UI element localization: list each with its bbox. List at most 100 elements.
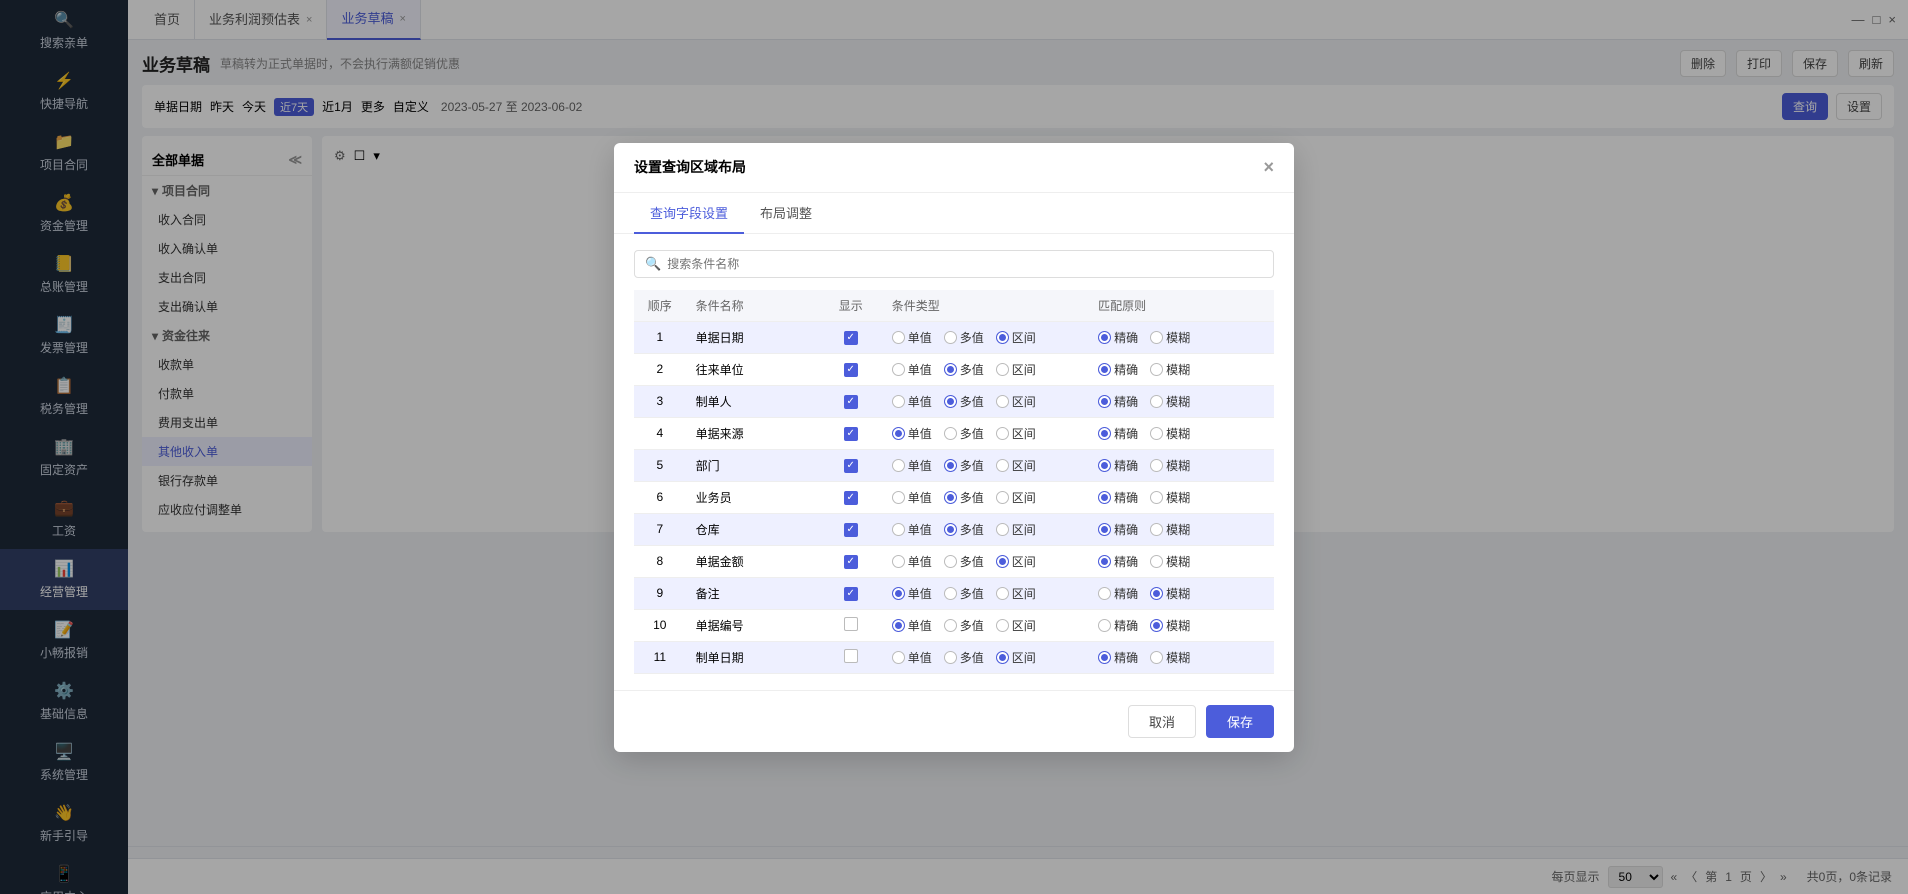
- checkbox-show[interactable]: ✓: [844, 523, 858, 537]
- radio-fuzzy[interactable]: 模糊: [1150, 425, 1190, 442]
- cell-match: 精确 模糊: [1088, 641, 1274, 673]
- modal-search-input[interactable]: [667, 257, 1263, 271]
- checkbox-show[interactable]: ✓: [844, 331, 858, 345]
- radio-single-circle: [892, 363, 905, 376]
- checkbox-show[interactable]: ✓: [844, 555, 858, 569]
- checkbox-show[interactable]: ✓: [844, 491, 858, 505]
- cell-show[interactable]: ✓: [820, 321, 882, 353]
- col-header-show: 显示: [820, 290, 882, 322]
- modal-save-button[interactable]: 保存: [1206, 705, 1274, 738]
- cell-show[interactable]: ✓: [820, 385, 882, 417]
- radio-range[interactable]: 区间: [996, 425, 1036, 442]
- radio-multi[interactable]: 多值: [944, 489, 984, 506]
- radio-precise[interactable]: 精确: [1098, 457, 1138, 474]
- modal-tab-field-settings[interactable]: 查询字段设置: [634, 193, 744, 234]
- cell-show[interactable]: ✓: [820, 417, 882, 449]
- radio-range[interactable]: 区间: [996, 585, 1036, 602]
- radio-multi[interactable]: 多值: [944, 649, 984, 666]
- checkbox-show[interactable]: ✓: [844, 427, 858, 441]
- modal-table-head: 顺序 条件名称 显示 条件类型 匹配原则: [634, 290, 1274, 322]
- checkbox-show[interactable]: [844, 617, 858, 631]
- radio-multi[interactable]: 多值: [944, 617, 984, 634]
- radio-precise[interactable]: 精确: [1098, 361, 1138, 378]
- radio-precise[interactable]: 精确: [1098, 329, 1138, 346]
- radio-single[interactable]: 单值: [892, 393, 932, 410]
- checkbox-show[interactable]: [844, 649, 858, 663]
- radio-precise-circle: [1098, 395, 1111, 408]
- radio-fuzzy[interactable]: 模糊: [1150, 649, 1190, 666]
- radio-fuzzy[interactable]: 模糊: [1150, 361, 1190, 378]
- radio-precise[interactable]: 精确: [1098, 425, 1138, 442]
- radio-precise[interactable]: 精确: [1098, 393, 1138, 410]
- radio-single[interactable]: 单值: [892, 425, 932, 442]
- radio-single[interactable]: 单值: [892, 585, 932, 602]
- cell-show[interactable]: [820, 609, 882, 641]
- col-header-name: 条件名称: [686, 290, 820, 322]
- radio-range[interactable]: 区间: [996, 649, 1036, 666]
- radio-single[interactable]: 单值: [892, 361, 932, 378]
- radio-range-circle: [996, 459, 1009, 472]
- radio-range[interactable]: 区间: [996, 457, 1036, 474]
- radio-multi[interactable]: 多值: [944, 457, 984, 474]
- checkbox-show[interactable]: ✓: [844, 587, 858, 601]
- checkbox-show[interactable]: ✓: [844, 459, 858, 473]
- radio-fuzzy[interactable]: 模糊: [1150, 393, 1190, 410]
- radio-fuzzy[interactable]: 模糊: [1150, 457, 1190, 474]
- checkbox-show[interactable]: ✓: [844, 395, 858, 409]
- radio-multi[interactable]: 多值: [944, 361, 984, 378]
- cell-show[interactable]: ✓: [820, 513, 882, 545]
- radio-multi[interactable]: 多值: [944, 553, 984, 570]
- cell-show[interactable]: [820, 641, 882, 673]
- radio-range[interactable]: 区间: [996, 553, 1036, 570]
- cell-show[interactable]: ✓: [820, 449, 882, 481]
- radio-precise-circle: [1098, 523, 1111, 536]
- radio-range[interactable]: 区间: [996, 489, 1036, 506]
- radio-fuzzy[interactable]: 模糊: [1150, 553, 1190, 570]
- radio-single[interactable]: 单值: [892, 617, 932, 634]
- radio-multi[interactable]: 多值: [944, 329, 984, 346]
- radio-range-circle: [996, 331, 1009, 344]
- radio-fuzzy-circle: [1150, 651, 1163, 664]
- radio-range-circle: [996, 427, 1009, 440]
- cell-type: 单值 多值 区间: [882, 385, 1088, 417]
- cell-show[interactable]: ✓: [820, 577, 882, 609]
- radio-precise[interactable]: 精确: [1098, 521, 1138, 538]
- radio-precise[interactable]: 精确: [1098, 585, 1138, 602]
- radio-single[interactable]: 单值: [892, 489, 932, 506]
- radio-range[interactable]: 区间: [996, 393, 1036, 410]
- radio-precise[interactable]: 精确: [1098, 553, 1138, 570]
- modal-search-bar: 🔍: [634, 250, 1274, 278]
- modal-close-button[interactable]: ×: [1263, 157, 1274, 178]
- cell-show[interactable]: ✓: [820, 481, 882, 513]
- radio-single[interactable]: 单值: [892, 329, 932, 346]
- radio-fuzzy[interactable]: 模糊: [1150, 489, 1190, 506]
- radio-fuzzy-circle: [1150, 363, 1163, 376]
- cell-order: 7: [634, 513, 686, 545]
- radio-multi[interactable]: 多值: [944, 521, 984, 538]
- radio-fuzzy[interactable]: 模糊: [1150, 521, 1190, 538]
- cell-show[interactable]: ✓: [820, 353, 882, 385]
- modal-tab-layout[interactable]: 布局调整: [744, 193, 828, 234]
- radio-range[interactable]: 区间: [996, 329, 1036, 346]
- radio-fuzzy[interactable]: 模糊: [1150, 617, 1190, 634]
- radio-precise[interactable]: 精确: [1098, 649, 1138, 666]
- radio-range[interactable]: 区间: [996, 361, 1036, 378]
- radio-multi[interactable]: 多值: [944, 585, 984, 602]
- radio-single[interactable]: 单值: [892, 457, 932, 474]
- checkbox-show[interactable]: ✓: [844, 363, 858, 377]
- modal-cancel-button[interactable]: 取消: [1128, 705, 1196, 738]
- radio-fuzzy[interactable]: 模糊: [1150, 585, 1190, 602]
- modal-overlay[interactable]: 设置查询区域布局 × 查询字段设置 布局调整 🔍 顺序 条件: [0, 0, 1908, 894]
- radio-range[interactable]: 区间: [996, 617, 1036, 634]
- radio-single[interactable]: 单值: [892, 649, 932, 666]
- cell-show[interactable]: ✓: [820, 545, 882, 577]
- col-header-type: 条件类型: [882, 290, 1088, 322]
- radio-range[interactable]: 区间: [996, 521, 1036, 538]
- radio-precise[interactable]: 精确: [1098, 489, 1138, 506]
- radio-single[interactable]: 单值: [892, 553, 932, 570]
- radio-single[interactable]: 单值: [892, 521, 932, 538]
- radio-multi[interactable]: 多值: [944, 425, 984, 442]
- radio-multi[interactable]: 多值: [944, 393, 984, 410]
- radio-fuzzy[interactable]: 模糊: [1150, 329, 1190, 346]
- radio-precise[interactable]: 精确: [1098, 617, 1138, 634]
